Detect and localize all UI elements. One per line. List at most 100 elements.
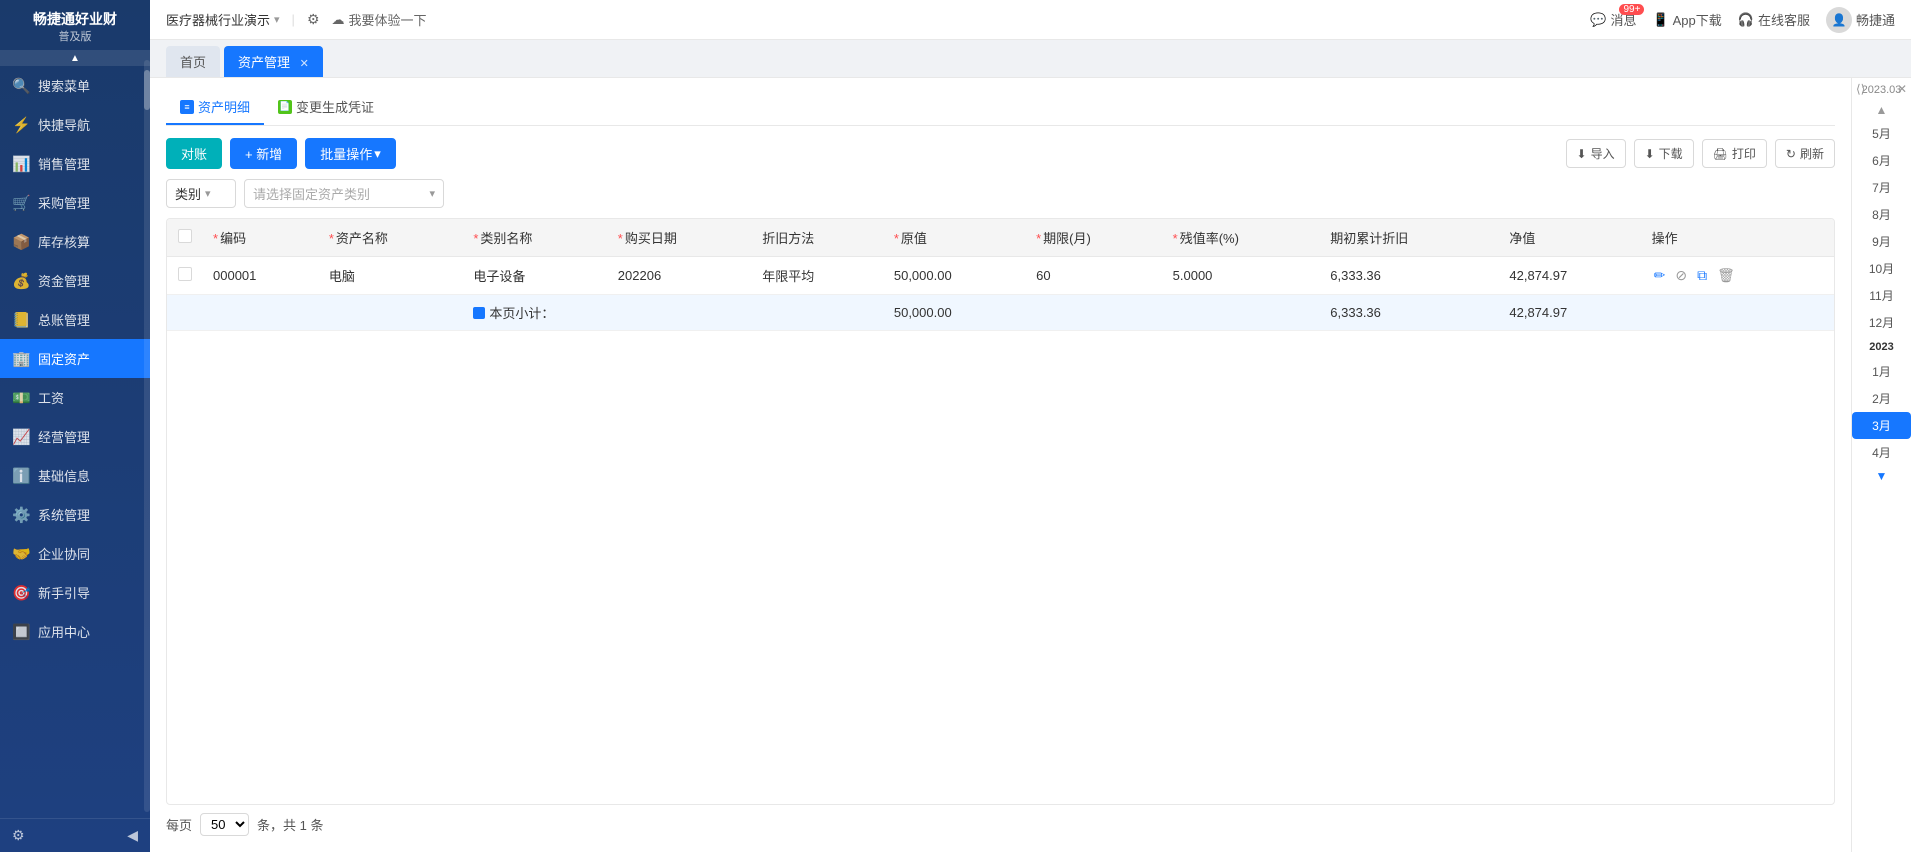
- sidebar-item-label: 销售管理: [38, 154, 90, 173]
- calendar-months: 5月 6月 7月 8月 9月 10月 11月 12月 2023 1月 2月 3月…: [1852, 120, 1911, 466]
- batch-button[interactable]: 批量操作 ▾: [305, 138, 396, 169]
- online-service-btn[interactable]: 🎧 在线客服: [1738, 10, 1810, 29]
- sidebar-item-ledger[interactable]: 📒 总账管理: [0, 300, 150, 339]
- gear-icon[interactable]: ⚙: [307, 11, 320, 28]
- sidebar-item-inventory[interactable]: 📦 库存核算: [0, 222, 150, 261]
- month-6[interactable]: 6月: [1852, 147, 1911, 174]
- sidebar-item-payroll[interactable]: 💵 工资: [0, 378, 150, 417]
- panel-header: 2023.03: [1862, 84, 1902, 96]
- sidebar-item-basic-info[interactable]: ℹ️ 基础信息: [0, 456, 150, 495]
- page-size-select[interactable]: 50: [200, 813, 249, 836]
- scroll-down-icon[interactable]: ▼: [1873, 466, 1891, 486]
- sidebar-item-search-menu[interactable]: 🔍 搜索菜单: [0, 66, 150, 105]
- collapse-icon[interactable]: ◀: [127, 827, 138, 844]
- sidebar-item-label: 企业协同: [38, 544, 90, 563]
- subtotal-original-value: 50,000.00: [884, 295, 1026, 331]
- sidebar-item-label: 新手引导: [38, 583, 90, 602]
- depreciate-icon[interactable]: ⊘: [1673, 265, 1689, 286]
- sidebar-item-operations[interactable]: 📈 经营管理: [0, 417, 150, 456]
- sidebar-item-cooperation[interactable]: 🤝 企业协同: [0, 534, 150, 573]
- subtotal-label: 本页小计：: [463, 295, 884, 331]
- print-button[interactable]: 🖨 打印: [1702, 139, 1767, 168]
- sidebar-logo: 畅捷通好业财 普及版: [0, 0, 150, 51]
- month-8[interactable]: 8月: [1852, 201, 1911, 228]
- sidebar-item-guide[interactable]: 🎯 新手引导: [0, 573, 150, 612]
- operations-icon: 📈: [12, 428, 30, 446]
- month-2[interactable]: 2月: [1852, 385, 1911, 412]
- sidebar-item-label: 搜索菜单: [38, 76, 90, 95]
- scroll-up-icon[interactable]: ▲: [1873, 100, 1891, 120]
- sidebar-item-label: 总账管理: [38, 310, 90, 329]
- separator: |: [292, 12, 295, 27]
- app-download-btn[interactable]: 📱 App下载: [1652, 10, 1721, 29]
- import-label: 导入: [1591, 145, 1615, 162]
- select-all-checkbox[interactable]: [178, 229, 192, 243]
- month-5[interactable]: 5月: [1852, 120, 1911, 147]
- sidebar-item-fixed-assets[interactable]: 🏢 固定资产: [0, 339, 150, 378]
- inventory-icon: 📦: [12, 233, 30, 251]
- sidebar-item-purchase[interactable]: 🛒 采购管理: [0, 183, 150, 222]
- payroll-icon: 💵: [12, 389, 30, 407]
- col-code: *编码: [203, 219, 319, 257]
- tab-asset-manage[interactable]: 资产管理 ✕: [224, 46, 323, 77]
- month-12[interactable]: 12月: [1852, 309, 1911, 336]
- user-menu[interactable]: 👤 畅捷通: [1826, 7, 1895, 33]
- sub-tab-asset-detail[interactable]: ≡ 资产明细: [166, 90, 264, 125]
- message-btn[interactable]: 💬 消息 99+: [1590, 10, 1636, 29]
- sidebar-item-app-center[interactable]: 🔲 应用中心: [0, 612, 150, 651]
- subtotal-empty3: [319, 295, 463, 331]
- refresh-button[interactable]: ↻ 刷新: [1775, 139, 1835, 168]
- year-2023-label: 2023: [1852, 336, 1911, 358]
- page-size-prefix: 每页: [166, 815, 192, 834]
- delete-icon[interactable]: 🗑: [1715, 265, 1737, 286]
- expand-icon[interactable]: ⟨⟩: [1856, 82, 1865, 96]
- row-checkbox-cell[interactable]: [167, 257, 203, 295]
- sidebar-item-system[interactable]: ⚙️ 系统管理: [0, 495, 150, 534]
- purchase-icon: 🛒: [12, 194, 30, 212]
- row-category: 电子设备: [463, 257, 607, 295]
- close-panel-icon[interactable]: ✕: [1897, 82, 1907, 96]
- import-button[interactable]: ⬇ 导入: [1566, 139, 1626, 168]
- category-type-select[interactable]: 类别 ▾: [166, 179, 236, 208]
- month-9[interactable]: 9月: [1852, 228, 1911, 255]
- content-area: ≡ 资产明细 📄 变更生成凭证 对账 + 新增 批量操作 ▾: [150, 78, 1851, 852]
- fixed-assets-icon: 🏢: [12, 350, 30, 368]
- tab-home[interactable]: 首页: [166, 46, 220, 77]
- experience-icon: ☁: [332, 12, 345, 28]
- category-input-wrap[interactable]: 请选择固定资产类别 ▾: [244, 179, 444, 208]
- month-4[interactable]: 4月: [1852, 439, 1911, 466]
- category-type-label: 类别: [175, 184, 201, 203]
- sidebar-item-sales[interactable]: 📊 销售管理: [0, 144, 150, 183]
- row-checkbox[interactable]: [178, 267, 192, 281]
- select-all-header[interactable]: [167, 219, 203, 257]
- month-1[interactable]: 1月: [1852, 358, 1911, 385]
- sidebar-scrollbar[interactable]: [144, 60, 150, 812]
- month-10[interactable]: 10月: [1852, 255, 1911, 282]
- new-button[interactable]: + 新增: [230, 138, 297, 169]
- company-selector[interactable]: 医疗器械行业演示 ▾: [166, 10, 280, 29]
- reconcile-button[interactable]: 对账: [166, 138, 222, 169]
- month-7[interactable]: 7月: [1852, 174, 1911, 201]
- batch-label: 批量操作: [320, 144, 372, 163]
- experience-btn[interactable]: ☁ 我要体验一下: [332, 10, 427, 29]
- copy-icon[interactable]: ⧉: [1695, 265, 1709, 286]
- download-button[interactable]: ⬇ 下载: [1634, 139, 1694, 168]
- sub-tab-voucher-gen[interactable]: 📄 变更生成凭证: [264, 90, 388, 125]
- table-header-row: *编码 *资产名称 *类别名称 *购买日期 折旧方法 *原值 *期限(月) *残…: [167, 219, 1834, 257]
- sidebar-item-label: 基础信息: [38, 466, 90, 485]
- sidebar-item-label: 经营管理: [38, 427, 90, 446]
- refresh-label: 刷新: [1800, 145, 1824, 162]
- sidebar-item-label: 库存核算: [38, 232, 90, 251]
- print-icon: 🖨: [1713, 147, 1728, 161]
- sidebar-item-quick-nav[interactable]: ⚡ 快捷导航: [0, 105, 150, 144]
- edit-icon[interactable]: ✏: [1652, 265, 1668, 286]
- sidebar-scroll-up[interactable]: ▲: [0, 51, 150, 66]
- company-name: 医疗器械行业演示: [166, 10, 270, 29]
- row-code: 000001: [203, 257, 319, 295]
- month-3-current[interactable]: 3月: [1852, 412, 1911, 439]
- settings-bottom-icon[interactable]: ⚙: [12, 827, 25, 844]
- month-11[interactable]: 11月: [1852, 282, 1911, 309]
- sidebar-item-finance[interactable]: 💰 资金管理: [0, 261, 150, 300]
- page-content: ≡ 资产明细 📄 变更生成凭证 对账 + 新增 批量操作 ▾: [150, 78, 1911, 852]
- tab-close-icon[interactable]: ✕: [300, 58, 309, 70]
